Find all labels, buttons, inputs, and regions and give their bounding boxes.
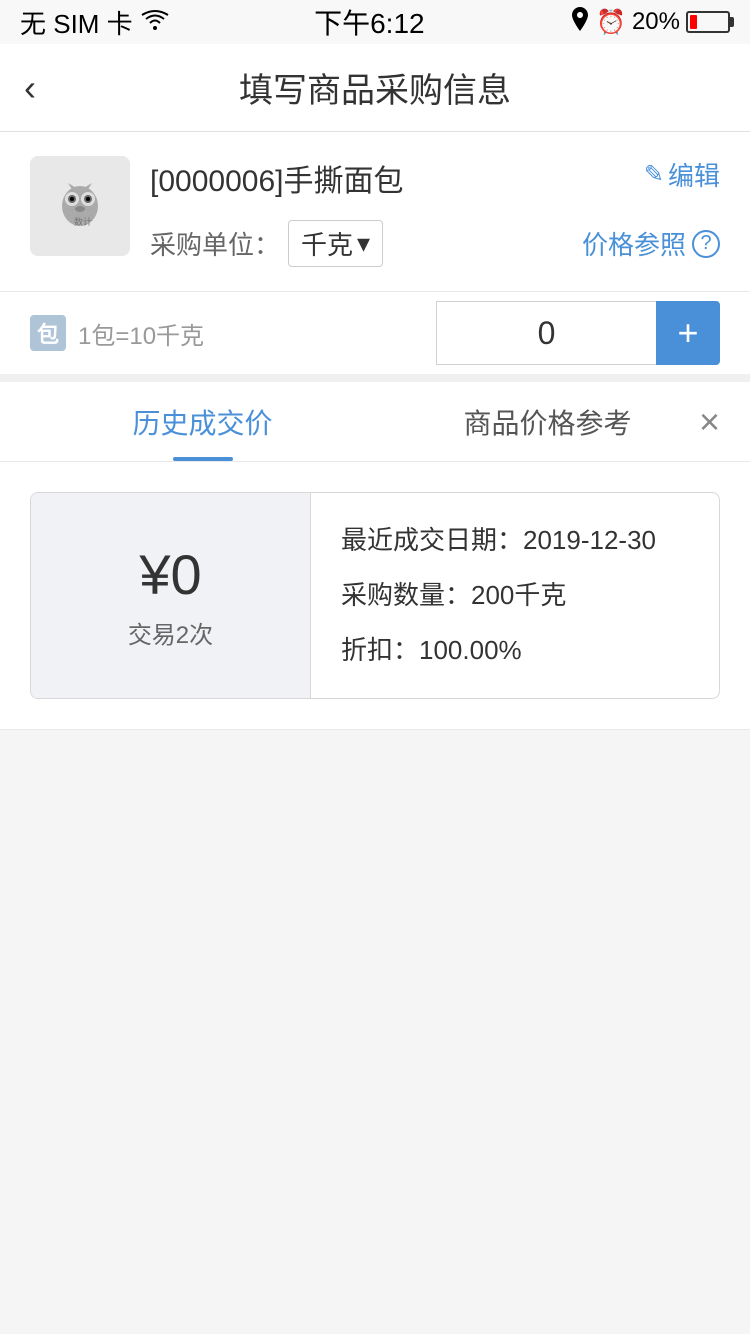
- trade-count: 交易2次: [128, 615, 213, 650]
- product-name: [0000006]手撕面包: [150, 156, 403, 200]
- product-owl-icon: 数计: [50, 171, 110, 242]
- unit-select[interactable]: 千克 ▾: [288, 220, 383, 267]
- qty-unit-info: 包 1包=10千克: [30, 315, 204, 351]
- page-title: 填写商品采购信息: [239, 63, 511, 112]
- trade-content: ¥0 交易2次 最近成交日期：2019-12-30 采购数量：200千克 折扣：…: [0, 462, 750, 729]
- alarm-icon: ⏰: [596, 8, 626, 37]
- qty-input[interactable]: [436, 301, 656, 365]
- tab-history-price[interactable]: 历史成交价: [30, 382, 375, 461]
- unit-label: 采购单位： 千克 ▾: [150, 220, 383, 267]
- wifi-icon: [141, 7, 169, 38]
- trade-detail-qty: 采购数量：200千克: [341, 576, 689, 615]
- trade-detail-date: 最近成交日期：2019-12-30: [341, 521, 689, 560]
- price-reference-button[interactable]: 价格参照 ?: [582, 225, 720, 262]
- product-header: [0000006]手撕面包 ✎ 编辑: [150, 156, 720, 200]
- product-info: [0000006]手撕面包 ✎ 编辑 采购单位： 千克 ▾ 价格参照 ?: [150, 156, 720, 267]
- tab-close-button[interactable]: ×: [689, 391, 730, 453]
- qty-plus-button[interactable]: +: [656, 301, 720, 365]
- nav-bar: ‹ 填写商品采购信息: [0, 44, 750, 132]
- tabs-panel: 历史成交价 商品价格参考 × ¥0 交易2次 最近成交日期：2019-12-30…: [0, 382, 750, 730]
- product-card: 数计 [0000006]手撕面包 ✎ 编辑 采购单位： 千克 ▾ 价格参照: [0, 132, 750, 292]
- product-unit-row: 采购单位： 千克 ▾ 价格参照 ?: [150, 220, 720, 267]
- main-content-area: [0, 730, 750, 1330]
- product-thumbnail: 数计: [30, 156, 130, 256]
- svg-text:数计: 数计: [74, 216, 92, 227]
- time-display: 下午6:12: [314, 2, 425, 42]
- qty-input-wrap: +: [436, 301, 720, 365]
- edit-button[interactable]: ✎ 编辑: [644, 156, 720, 193]
- location-icon: [570, 7, 590, 38]
- quantity-row: 包 1包=10千克 +: [0, 292, 750, 382]
- back-button[interactable]: ‹: [24, 67, 36, 109]
- qty-unit-convert: 1包=10千克: [78, 316, 204, 351]
- trade-card-left: ¥0 交易2次: [31, 493, 311, 698]
- help-icon: ?: [692, 230, 720, 258]
- battery-icon: [686, 11, 730, 33]
- trade-price: ¥0: [139, 542, 201, 607]
- status-bar: 无 SIM 卡 下午6:12 ⏰ 20%: [0, 0, 750, 44]
- dropdown-arrow-icon: ▾: [357, 228, 370, 259]
- battery-percent: 20%: [632, 8, 680, 36]
- tab-price-reference[interactable]: 商品价格参考: [375, 382, 720, 461]
- trade-detail-discount: 折扣：100.00%: [341, 631, 689, 670]
- tabs-header: 历史成交价 商品价格参考 ×: [0, 382, 750, 462]
- edit-icon: ✎: [644, 160, 664, 189]
- trade-card: ¥0 交易2次 最近成交日期：2019-12-30 采购数量：200千克 折扣：…: [30, 492, 720, 699]
- tab-underline: [173, 457, 233, 461]
- carrier-text: 无 SIM 卡: [20, 4, 133, 41]
- qty-unit-box: 包: [30, 315, 66, 351]
- status-left: 无 SIM 卡: [20, 4, 169, 41]
- trade-card-right: 最近成交日期：2019-12-30 采购数量：200千克 折扣：100.00%: [311, 493, 719, 698]
- status-right: ⏰ 20%: [570, 7, 730, 38]
